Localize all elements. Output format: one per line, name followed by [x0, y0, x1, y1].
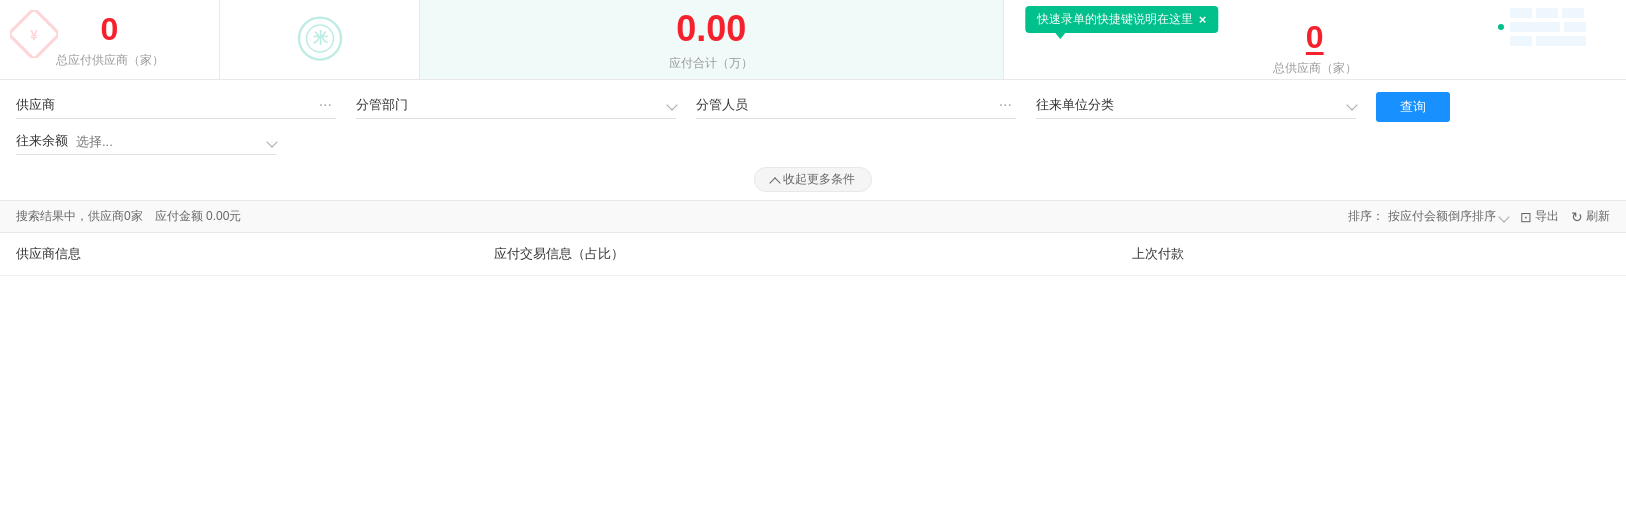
unit-type-label: 往来单位分类: [1036, 96, 1114, 114]
person-input[interactable]: [756, 97, 995, 112]
balance-label: 往来余额: [16, 132, 68, 150]
balance-field: 往来余额: [16, 132, 276, 155]
sort-label: 排序：: [1348, 208, 1384, 225]
results-actions: 排序： 按应付会额倒序排序 ⊡ 导出 ↻ 刷新: [1348, 208, 1610, 225]
collapse-chevron-icon: [771, 173, 779, 187]
supplier-label: 供应商: [16, 96, 56, 114]
collapse-bar: 收起更多条件: [16, 163, 1610, 200]
filter-row-1: 供应商 ··· 分管部门 分管人员 ··· 往来单位分类 查询: [16, 92, 1610, 122]
sort-chevron-icon: [1500, 210, 1508, 224]
table-header: 供应商信息 应付交易信息（占比） 上次付款: [0, 233, 1626, 276]
dept-field[interactable]: 分管部门: [356, 96, 676, 119]
supplier-dots[interactable]: ···: [315, 96, 336, 114]
refresh-icon: ↻: [1571, 209, 1583, 225]
logo-diamond-icon: ¥: [10, 10, 58, 61]
stats-bar: ¥ 0 总应付供应商（家） 米 0.00 应付合计（万） 快速录单的快捷键说明在…: [0, 0, 1626, 80]
filter-row-2: 往来余额: [16, 132, 1610, 155]
dept-chevron-icon[interactable]: [668, 97, 676, 112]
results-bar: 搜索结果中，供应商0家 应付金额 0.00元 排序： 按应付会额倒序排序 ⊡ 导…: [0, 200, 1626, 233]
payable-suppliers-label: 总应付供应商（家）: [56, 52, 164, 69]
stat-total-suppliers: 快速录单的快捷键说明在这里 × 0 总供应商（家）: [1004, 0, 1627, 79]
total-suppliers-count: 0: [1306, 18, 1324, 56]
balance-input[interactable]: [76, 134, 264, 149]
tooltip-close-icon[interactable]: ×: [1199, 12, 1207, 27]
table-col3-header: 上次付款: [1132, 245, 1610, 263]
stat-payable-suppliers: ¥ 0 总应付供应商（家）: [0, 0, 220, 79]
panel-boxes-decoration: [1510, 8, 1586, 46]
export-label: 导出: [1535, 208, 1559, 225]
sort-value: 按应付会额倒序排序: [1388, 208, 1496, 225]
tooltip-balloon[interactable]: 快速录单的快捷键说明在这里 ×: [1025, 6, 1219, 33]
supplier-input[interactable]: [64, 97, 315, 112]
svg-text:米: 米: [311, 29, 328, 46]
filter-area: 供应商 ··· 分管部门 分管人员 ··· 往来单位分类 查询 往来余额: [0, 80, 1626, 200]
unit-type-field[interactable]: 往来单位分类: [1036, 96, 1356, 119]
payable-total-label: 应付合计（万）: [669, 55, 753, 72]
query-button[interactable]: 查询: [1376, 92, 1450, 122]
person-dots[interactable]: ···: [995, 96, 1016, 114]
person-label: 分管人员: [696, 96, 748, 114]
content-area: [0, 276, 1626, 476]
table-col1-header: 供应商信息: [16, 245, 494, 263]
dept-label: 分管部门: [356, 96, 408, 114]
stat-payable-total: 0.00 应付合计（万）: [420, 0, 1004, 79]
payable-suppliers-count: 0: [101, 10, 119, 48]
sort-button[interactable]: 排序： 按应付会额倒序排序: [1348, 208, 1508, 225]
pig-icon: 米: [290, 10, 350, 70]
results-amount-text: 应付金额 0.00元: [155, 208, 242, 225]
person-field: 分管人员 ···: [696, 96, 1016, 119]
results-count-text: 搜索结果中，供应商0家: [16, 208, 143, 225]
table-col2-header: 应付交易信息（占比）: [494, 245, 1132, 263]
total-suppliers-label: 总供应商（家）: [1273, 60, 1357, 77]
refresh-label: 刷新: [1586, 208, 1610, 225]
supplier-field: 供应商 ···: [16, 96, 336, 119]
payable-total-count: 0.00: [676, 7, 746, 50]
tooltip-dot-indicator: [1488, 22, 1506, 32]
results-summary: 搜索结果中，供应商0家 应付金额 0.00元: [16, 208, 241, 225]
collapse-label: 收起更多条件: [783, 171, 855, 188]
unit-type-chevron-icon[interactable]: [1348, 97, 1356, 112]
balance-chevron-icon[interactable]: [268, 134, 276, 149]
total-suppliers-content: 0 总供应商（家）: [1273, 18, 1357, 77]
export-button[interactable]: ⊡ 导出: [1520, 208, 1559, 225]
svg-text:¥: ¥: [30, 27, 38, 43]
tooltip-text: 快速录单的快捷键说明在这里: [1037, 11, 1193, 28]
export-icon: ⊡: [1520, 209, 1532, 225]
collapse-button[interactable]: 收起更多条件: [754, 167, 872, 192]
stat-icon-area: 米: [220, 0, 420, 79]
refresh-button[interactable]: ↻ 刷新: [1571, 208, 1610, 225]
